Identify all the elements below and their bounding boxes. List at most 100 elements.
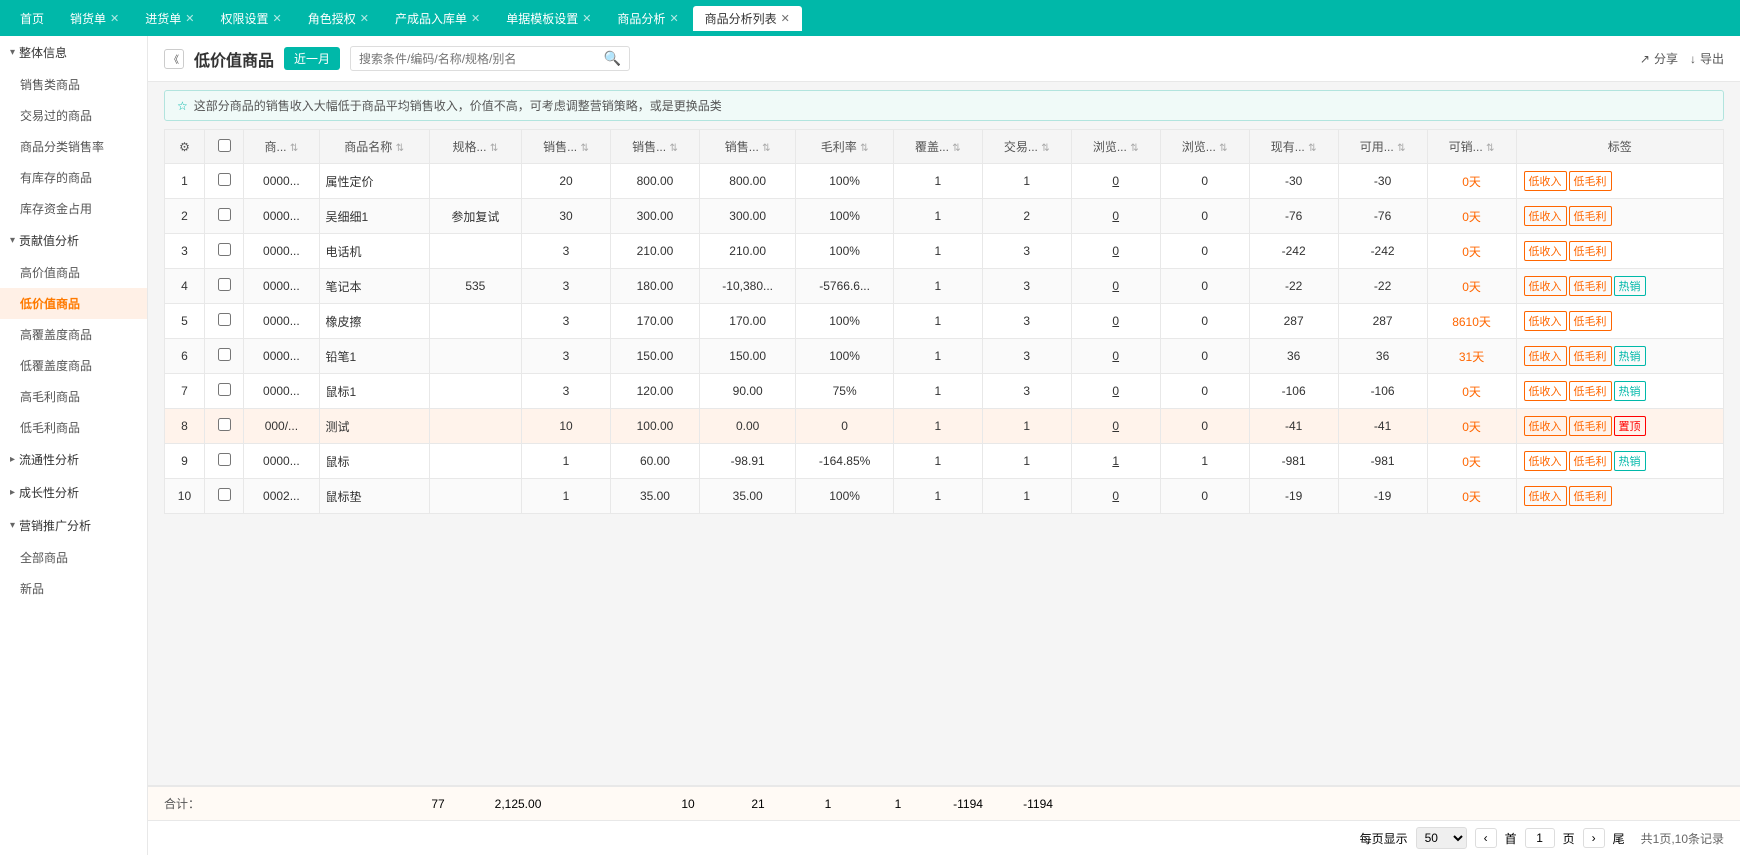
nav-item-permission[interactable]: 权限设置 ✕ — [208, 6, 293, 31]
sidebar-item-low-value[interactable]: 低价值商品 — [0, 288, 147, 319]
sort-icon[interactable]: ⇅ — [860, 143, 868, 154]
row-checkbox[interactable] — [218, 418, 231, 431]
sort-icon[interactable]: ⇅ — [1130, 143, 1138, 154]
close-icon[interactable]: ✕ — [360, 12, 369, 25]
sort-icon[interactable]: ⇅ — [1486, 143, 1494, 154]
sidebar-item-low-coverage[interactable]: 低覆盖度商品 — [0, 350, 147, 381]
col-checkbox[interactable] — [204, 130, 243, 164]
row-view1[interactable]: 0 — [1071, 479, 1160, 514]
table-row: 40000...笔记本5353180.00-10,380...-5766.6..… — [165, 269, 1724, 304]
sort-icon[interactable]: ⇅ — [669, 143, 677, 154]
chevron-right-icon: ▸ — [10, 454, 15, 465]
row-checkbox[interactable] — [218, 243, 231, 256]
sort-icon[interactable]: ⇅ — [1397, 143, 1405, 154]
sort-icon[interactable]: ⇅ — [1219, 143, 1227, 154]
nav-item-product-analysis[interactable]: 商品分析 ✕ — [605, 6, 690, 31]
sort-icon[interactable]: ⇅ — [490, 143, 498, 154]
sort-icon[interactable]: ⇅ — [580, 143, 588, 154]
row-sellable: 0天 — [1427, 444, 1516, 479]
sidebar-section-overall[interactable]: ▾ 整体信息 — [0, 36, 147, 69]
first-page-button[interactable]: ‹ — [1475, 828, 1497, 848]
row-view1[interactable]: 1 — [1071, 444, 1160, 479]
row-view1[interactable]: 0 — [1071, 164, 1160, 199]
sidebar-item-category-rate[interactable]: 商品分类销售率 — [0, 131, 147, 162]
close-icon[interactable]: ✕ — [582, 12, 591, 25]
row-name[interactable]: 吴细细1 — [319, 199, 429, 234]
row-checkbox[interactable] — [218, 453, 231, 466]
row-checkbox[interactable] — [218, 383, 231, 396]
nav-item-template[interactable]: 单据模板设置 ✕ — [494, 6, 603, 31]
sidebar-item-low-margin[interactable]: 低毛利商品 — [0, 412, 147, 443]
row-name[interactable]: 笔记本 — [319, 269, 429, 304]
search-input[interactable] — [359, 52, 600, 66]
row-checkbox[interactable] — [218, 348, 231, 361]
close-icon[interactable]: ✕ — [669, 12, 678, 25]
sort-icon[interactable]: ⇅ — [762, 143, 770, 154]
close-icon[interactable]: ✕ — [471, 12, 480, 25]
sort-icon[interactable]: ⇅ — [290, 143, 298, 154]
row-code: 0000... — [244, 234, 319, 269]
sidebar-item-high-value[interactable]: 高价值商品 — [0, 257, 147, 288]
period-button[interactable]: 近一月 — [284, 47, 340, 70]
export-button[interactable]: ↓ 导出 — [1690, 50, 1724, 67]
sort-icon[interactable]: ⇅ — [952, 143, 960, 154]
sidebar-item-stock-funds[interactable]: 库存资金占用 — [0, 193, 147, 224]
tag: 低收入 — [1524, 276, 1567, 296]
search-icon[interactable]: 🔍 — [604, 50, 621, 67]
close-icon[interactable]: ✕ — [185, 12, 194, 25]
nav-item-role[interactable]: 角色授权 ✕ — [296, 6, 381, 31]
sidebar-item-high-margin[interactable]: 高毛利商品 — [0, 381, 147, 412]
sidebar-item-all-goods[interactable]: 全部商品 — [0, 542, 147, 573]
close-icon[interactable]: ✕ — [110, 12, 119, 25]
row-view1[interactable]: 0 — [1071, 339, 1160, 374]
row-view1[interactable]: 0 — [1071, 374, 1160, 409]
row-name[interactable]: 鼠标垫 — [319, 479, 429, 514]
row-view1[interactable]: 0 — [1071, 234, 1160, 269]
collapse-button[interactable]: 《 — [164, 49, 184, 69]
sort-icon[interactable]: ⇅ — [1041, 143, 1049, 154]
col-sale2: 销售... ⇅ — [610, 130, 699, 164]
row-name[interactable]: 铅笔1 — [319, 339, 429, 374]
sort-icon[interactable]: ⇅ — [396, 143, 404, 154]
share-button[interactable]: ↗ 分享 — [1640, 50, 1678, 67]
next-page-button[interactable]: › — [1583, 828, 1605, 848]
page-number-input[interactable] — [1525, 828, 1555, 848]
row-view1[interactable]: 0 — [1071, 409, 1160, 444]
nav-item-purchase[interactable]: 进货单 ✕ — [133, 6, 206, 31]
nav-item-product-entry[interactable]: 产成品入库单 ✕ — [383, 6, 492, 31]
row-name[interactable]: 鼠标 — [319, 444, 429, 479]
sidebar-section-marketing[interactable]: ▾ 营销推广分析 — [0, 509, 147, 542]
row-name[interactable]: 电话机 — [319, 234, 429, 269]
content-area: 《 低价值商品 近一月 🔍 ↗ 分享 ↓ 导出 ☆ 这部分商品的销售收入大幅 — [148, 36, 1740, 855]
col-settings[interactable]: ⚙ — [165, 130, 205, 164]
row-name[interactable]: 测试 — [319, 409, 429, 444]
row-name[interactable]: 橡皮擦 — [319, 304, 429, 339]
row-checkbox[interactable] — [218, 173, 231, 186]
sidebar-item-new-goods[interactable]: 新品 — [0, 573, 147, 604]
nav-item-sales[interactable]: 销货单 ✕ — [58, 6, 131, 31]
nav-item-home[interactable]: 首页 — [8, 6, 56, 31]
row-checkbox[interactable] — [218, 278, 231, 291]
sidebar-section-contribution[interactable]: ▾ 贡献值分析 — [0, 224, 147, 257]
nav-item-product-analysis-list[interactable]: 商品分析列表 ✕ — [693, 6, 802, 31]
row-checkbox[interactable] — [218, 313, 231, 326]
close-icon[interactable]: ✕ — [273, 12, 282, 25]
close-icon[interactable]: ✕ — [781, 12, 790, 25]
sidebar-item-sales-goods[interactable]: 销售类商品 — [0, 69, 147, 100]
row-checkbox[interactable] — [218, 208, 231, 221]
row-view1[interactable]: 0 — [1071, 304, 1160, 339]
page-size-select[interactable]: 50 100 200 — [1416, 827, 1467, 849]
select-all-checkbox[interactable] — [218, 139, 231, 152]
sidebar-section-circulation[interactable]: ▸ 流通性分析 — [0, 443, 147, 476]
sidebar-item-stock-goods[interactable]: 有库存的商品 — [0, 162, 147, 193]
sidebar-item-high-coverage[interactable]: 高覆盖度商品 — [0, 319, 147, 350]
row-view1[interactable]: 0 — [1071, 199, 1160, 234]
row-name[interactable]: 鼠标1 — [319, 374, 429, 409]
row-view1[interactable]: 0 — [1071, 269, 1160, 304]
sidebar-item-traded-goods[interactable]: 交易过的商品 — [0, 100, 147, 131]
sort-icon[interactable]: ⇅ — [1308, 143, 1316, 154]
row-checkbox[interactable] — [218, 488, 231, 501]
sidebar-section-growth[interactable]: ▸ 成长性分析 — [0, 476, 147, 509]
row-name[interactable]: 属性定价 — [319, 164, 429, 199]
row-coverage: 1 — [893, 339, 982, 374]
